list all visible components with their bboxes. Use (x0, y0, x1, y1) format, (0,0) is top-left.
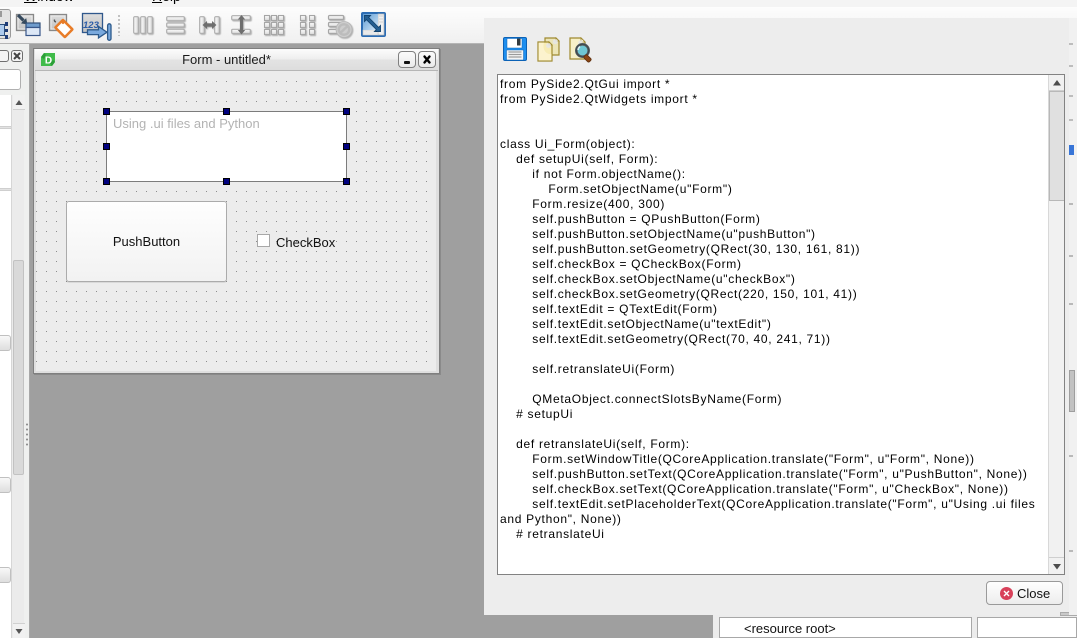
svg-text:D: D (45, 56, 52, 67)
